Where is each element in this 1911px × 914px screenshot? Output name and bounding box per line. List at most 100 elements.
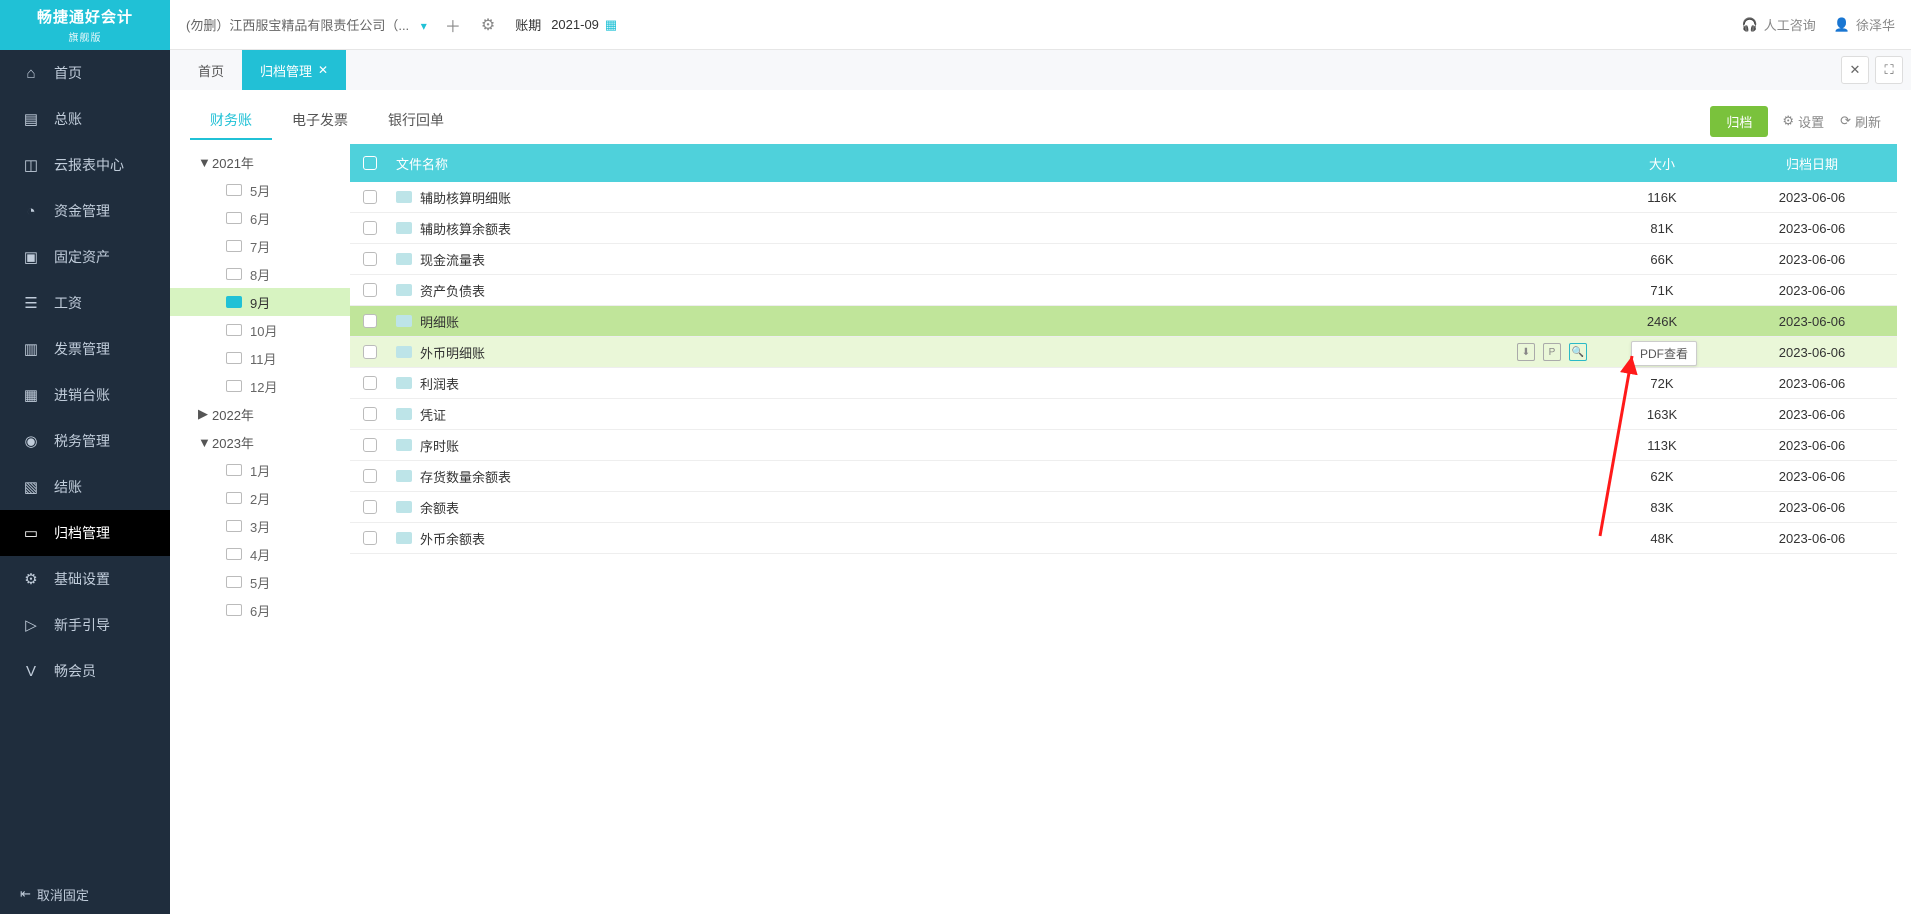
folder-icon bbox=[396, 253, 412, 265]
period-value[interactable]: 2021-09 bbox=[551, 17, 599, 32]
table-row[interactable]: 外币余额表48K2023-06-06 bbox=[350, 523, 1897, 554]
support-link[interactable]: 🎧 人工咨询 bbox=[1742, 15, 1816, 34]
nav-item-9[interactable]: ▧结账 bbox=[0, 464, 170, 510]
tree-month[interactable]: 11月 bbox=[198, 344, 350, 372]
tab-home[interactable]: 首页 bbox=[180, 50, 242, 90]
row-checkbox[interactable] bbox=[363, 531, 377, 545]
tree-month[interactable]: 1月 bbox=[198, 456, 350, 484]
nav-item-2[interactable]: ◫云报表中心 bbox=[0, 142, 170, 188]
select-all-checkbox[interactable] bbox=[363, 156, 377, 170]
tree-month[interactable]: 4月 bbox=[198, 540, 350, 568]
nav-icon: ◔ bbox=[22, 202, 40, 220]
org-selector[interactable]: (勿删）江西服宝精品有限责任公司（... ▾ bbox=[186, 15, 435, 34]
folder-icon bbox=[226, 520, 242, 532]
nav-item-11[interactable]: ⚙基础设置 bbox=[0, 556, 170, 602]
tree-month[interactable]: 10月 bbox=[198, 316, 350, 344]
tree-month[interactable]: 6月 bbox=[198, 596, 350, 624]
table-row[interactable]: 明细账246K2023-06-06 bbox=[350, 306, 1897, 337]
nav-item-13[interactable]: V畅会员 bbox=[0, 648, 170, 694]
calendar-icon[interactable]: ▦ bbox=[605, 17, 617, 33]
row-checkbox[interactable] bbox=[363, 252, 377, 266]
table-row[interactable]: 利润表72K2023-06-06 bbox=[350, 368, 1897, 399]
tree-month[interactable]: 6月 bbox=[198, 204, 350, 232]
support-label: 人工咨询 bbox=[1764, 15, 1816, 34]
tree-month[interactable]: 9月 bbox=[170, 288, 350, 316]
tree-month[interactable]: 12月 bbox=[198, 372, 350, 400]
user-menu[interactable]: 👤 徐泽华 bbox=[1834, 15, 1895, 34]
nav-label: 畅会员 bbox=[54, 661, 96, 681]
table-row[interactable]: 余额表83K2023-06-06 bbox=[350, 492, 1897, 523]
table-row[interactable]: 存货数量余额表62K2023-06-06 bbox=[350, 461, 1897, 492]
row-checkbox[interactable] bbox=[363, 438, 377, 452]
tree-month[interactable]: 5月 bbox=[198, 176, 350, 204]
nav-item-1[interactable]: ▤总账 bbox=[0, 96, 170, 142]
nav-item-6[interactable]: ▥发票管理 bbox=[0, 326, 170, 372]
file-size: 246K bbox=[1597, 314, 1727, 329]
nav-item-8[interactable]: ◉税务管理 bbox=[0, 418, 170, 464]
row-checkbox[interactable] bbox=[363, 345, 377, 359]
nav-item-10[interactable]: ▭归档管理 bbox=[0, 510, 170, 556]
close-icon[interactable]: ✕ bbox=[318, 63, 328, 77]
tree-month[interactable]: 8月 bbox=[198, 260, 350, 288]
table-row[interactable]: 凭证163K2023-06-06 bbox=[350, 399, 1897, 430]
nav-item-0[interactable]: ⌂首页 bbox=[0, 50, 170, 96]
table-row[interactable]: 现金流量表66K2023-06-06 bbox=[350, 244, 1897, 275]
tree-month[interactable]: 5月 bbox=[198, 568, 350, 596]
refresh-link[interactable]: ⟳刷新 bbox=[1840, 112, 1881, 131]
nav-item-7[interactable]: ▦进销台账 bbox=[0, 372, 170, 418]
subtab-bankslip[interactable]: 银行回单 bbox=[368, 102, 464, 140]
table-row[interactable]: 外币明细账⬇P🔍PDF查看5K2023-06-06 bbox=[350, 337, 1897, 368]
add-org-button[interactable]: ＋ bbox=[445, 13, 461, 37]
tab-archive[interactable]: 归档管理 ✕ bbox=[242, 50, 346, 90]
table-row[interactable]: 辅助核算明细账116K2023-06-06 bbox=[350, 182, 1897, 213]
tabs-close-button[interactable]: ✕ bbox=[1841, 56, 1869, 84]
year-label: 2023年 bbox=[212, 433, 254, 452]
row-checkbox[interactable] bbox=[363, 469, 377, 483]
caret-icon: ▼ bbox=[198, 435, 212, 450]
settings-link[interactable]: ⚙设置 bbox=[1782, 112, 1824, 131]
row-checkbox[interactable] bbox=[363, 500, 377, 514]
nav-label: 基础设置 bbox=[54, 569, 110, 589]
pdf-icon[interactable]: P bbox=[1543, 343, 1561, 361]
row-checkbox[interactable] bbox=[363, 376, 377, 390]
sidebar-unpin[interactable]: ⇤ 取消固定 bbox=[0, 874, 170, 914]
nav-item-3[interactable]: ◔资金管理 bbox=[0, 188, 170, 234]
subtab-finance[interactable]: 财务账 bbox=[190, 102, 272, 140]
file-size: 66K bbox=[1597, 252, 1727, 267]
file-name: 利润表 bbox=[420, 374, 459, 393]
view-icon[interactable]: 🔍 bbox=[1569, 343, 1587, 361]
row-checkbox[interactable] bbox=[363, 190, 377, 204]
row-checkbox[interactable] bbox=[363, 407, 377, 421]
nav-icon: ▦ bbox=[22, 386, 40, 404]
brand-edition: 旗舰版 bbox=[69, 29, 102, 44]
nav-icon: ⌂ bbox=[22, 64, 40, 82]
month-label: 6月 bbox=[250, 601, 270, 620]
month-label: 12月 bbox=[250, 377, 277, 396]
nav-item-12[interactable]: ▷新手引导 bbox=[0, 602, 170, 648]
nav-item-4[interactable]: ▣固定资产 bbox=[0, 234, 170, 280]
table-row[interactable]: 资产负债表71K2023-06-06 bbox=[350, 275, 1897, 306]
tree-year[interactable]: ▼2021年 bbox=[198, 148, 350, 176]
row-checkbox[interactable] bbox=[363, 283, 377, 297]
fullscreen-button[interactable]: ⛶ bbox=[1875, 56, 1903, 84]
table-row[interactable]: 辅助核算余额表81K2023-06-06 bbox=[350, 213, 1897, 244]
subtab-einvoice[interactable]: 电子发票 bbox=[272, 102, 368, 140]
file-date: 2023-06-06 bbox=[1727, 376, 1897, 391]
tree-month[interactable]: 7月 bbox=[198, 232, 350, 260]
tree-month[interactable]: 2月 bbox=[198, 484, 350, 512]
org-settings-button[interactable]: ⚙ bbox=[481, 15, 495, 35]
archive-button[interactable]: 归档 bbox=[1710, 106, 1768, 137]
file-size: 83K bbox=[1597, 500, 1727, 515]
table-row[interactable]: 序时账113K2023-06-06 bbox=[350, 430, 1897, 461]
row-checkbox[interactable] bbox=[363, 221, 377, 235]
download-icon[interactable]: ⬇ bbox=[1517, 343, 1535, 361]
tree-year[interactable]: ▶2022年 bbox=[198, 400, 350, 428]
month-label: 10月 bbox=[250, 321, 277, 340]
tree-year[interactable]: ▼2023年 bbox=[198, 428, 350, 456]
row-checkbox[interactable] bbox=[363, 314, 377, 328]
year-tree: ▼2021年5月6月7月8月9月10月11月12月▶2022年▼2023年1月2… bbox=[170, 144, 350, 914]
tree-month[interactable]: 3月 bbox=[198, 512, 350, 540]
avatar-icon: 👤 bbox=[1834, 17, 1850, 33]
folder-icon bbox=[226, 576, 242, 588]
nav-item-5[interactable]: ☰工资 bbox=[0, 280, 170, 326]
